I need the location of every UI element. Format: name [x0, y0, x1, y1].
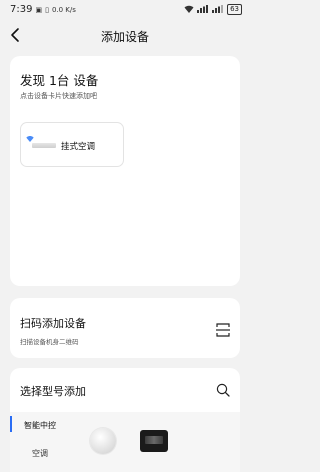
model-select-card: 选择型号添加 智能中控 空调 [10, 368, 240, 472]
category-item[interactable]: 智能中控 [24, 420, 56, 431]
network-speed: 0.0 K/s [51, 5, 76, 14]
product-thumbnail[interactable] [90, 428, 116, 454]
status-time: 7:39 [10, 4, 33, 15]
category-panel: 智能中控 空调 [10, 412, 240, 472]
search-icon[interactable] [216, 382, 230, 401]
product-thumbnail[interactable] [140, 430, 168, 452]
vibrate-icon: ▯ [45, 5, 49, 14]
category-item[interactable]: 空调 [32, 448, 48, 459]
model-title: 选择型号添加 [20, 385, 86, 398]
notification-icon: ▣ [35, 5, 43, 14]
discover-hint: 点击设备卡片快速添加吧 [20, 92, 97, 100]
header: 添加设备 [0, 20, 250, 50]
scan-add-card[interactable]: 扫码添加设备 扫描设备机身二维码 [10, 298, 240, 358]
discover-card: 发现 1台 设备 点击设备卡片快速添加吧 挂式空调 [10, 56, 240, 286]
status-right: 63 [184, 4, 242, 15]
device-name: 挂式空调 [61, 142, 96, 152]
discover-title: 发现 1台 设备 [20, 73, 99, 88]
scan-icon [216, 322, 230, 341]
discovered-device-card[interactable]: 挂式空调 [20, 122, 124, 167]
scan-title: 扫码添加设备 [20, 317, 86, 330]
status-bar: 7:39 ▣ ▯ 0.0 K/s 63 [0, 0, 250, 20]
signal-icon-2 [212, 4, 224, 15]
signal-icon [197, 4, 209, 15]
category-active-indicator [10, 416, 12, 432]
status-left: 7:39 ▣ ▯ 0.0 K/s [10, 4, 76, 15]
wifi-status-icon [184, 5, 194, 15]
air-conditioner-image [32, 143, 56, 148]
page-title: 添加设备 [100, 30, 149, 44]
scan-subtitle: 扫描设备机身二维码 [20, 338, 79, 346]
battery-indicator: 63 [227, 4, 242, 15]
